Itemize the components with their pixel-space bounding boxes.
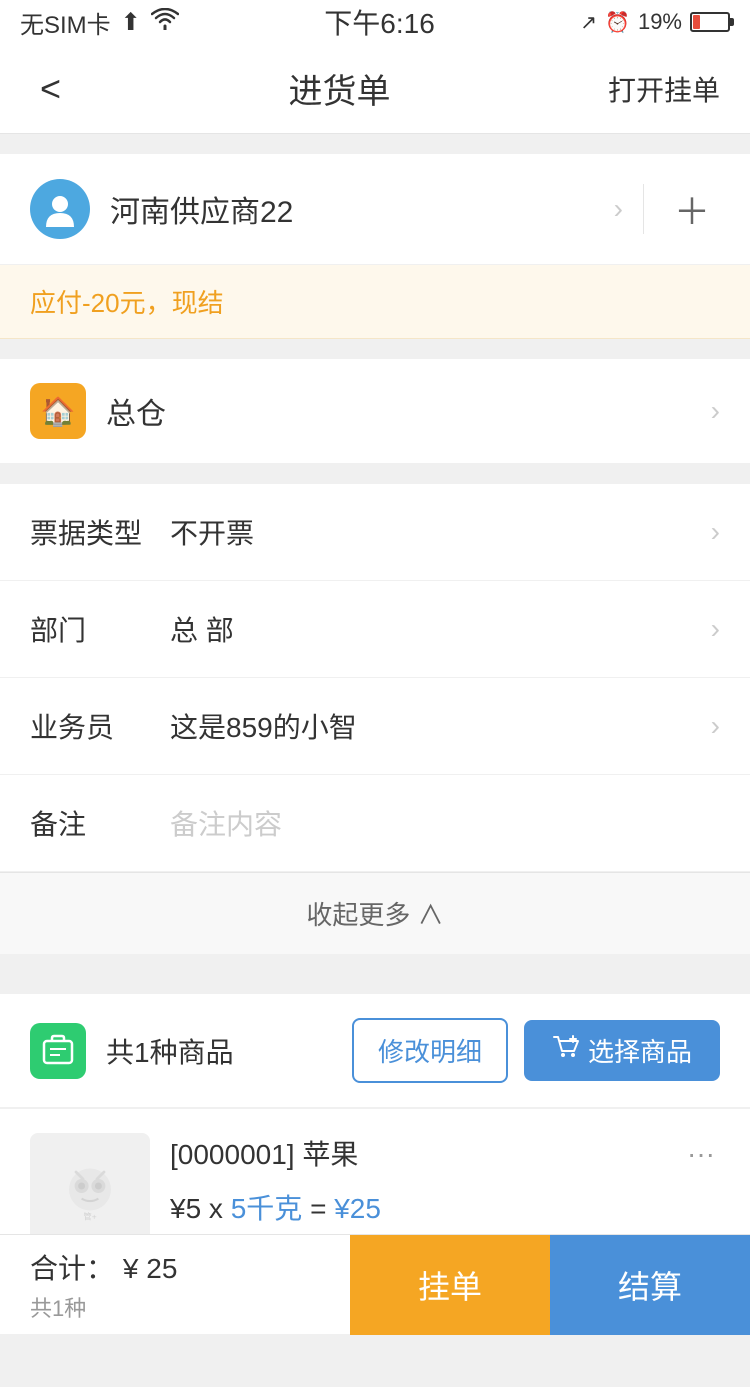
- collapse-button[interactable]: 收起更多 ∧: [0, 872, 750, 954]
- nav-bar: < 进货单 打开挂单: [0, 44, 750, 134]
- warehouse-row[interactable]: 🏠 总仓 ›: [0, 359, 750, 464]
- supplier-row[interactable]: 河南供应商22 › ＋: [0, 154, 750, 265]
- invoice-type-row[interactable]: 票据类型 不开票 ›: [0, 484, 750, 581]
- salesperson-chevron-icon: ›: [711, 710, 720, 742]
- invoice-type-label: 票据类型: [30, 512, 150, 552]
- open-pending-button[interactable]: 打开挂单: [608, 69, 720, 109]
- status-time: 下午6:16: [324, 2, 435, 42]
- product-quantity: 5千克: [231, 1193, 303, 1224]
- location-icon: ↗: [580, 10, 597, 35]
- supplier-avatar: [30, 179, 90, 239]
- supplier-chevron-icon: ›: [614, 193, 623, 225]
- status-carrier: 无SIM卡 ⬆: [20, 5, 179, 40]
- carrier-text: 无SIM卡: [20, 5, 111, 40]
- salesperson-label: 业务员: [30, 706, 150, 746]
- svg-text:管+: 管+: [83, 1212, 96, 1222]
- order-summary: 合计： ¥ 25 共1种: [0, 1247, 350, 1323]
- department-chevron-icon: ›: [711, 613, 720, 645]
- alarm-icon: ⏰: [605, 10, 630, 35]
- product-price: ¥5 x: [170, 1193, 231, 1224]
- items-count: 共1种: [30, 1291, 320, 1323]
- invoice-type-value: 不开票: [170, 512, 711, 552]
- total-value: ¥ 25: [123, 1253, 178, 1284]
- add-supplier-button[interactable]: ＋: [664, 178, 720, 240]
- hang-button[interactable]: 挂单: [350, 1235, 550, 1335]
- status-bar: 无SIM卡 ⬆ 下午6:16 ↗ ⏰ 19%: [0, 0, 750, 44]
- remark-placeholder[interactable]: 备注内容: [170, 803, 720, 843]
- section-divider-3: [0, 464, 750, 484]
- salesperson-value: 这是859的小智: [170, 706, 711, 746]
- products-count: 共1种商品: [106, 1031, 352, 1071]
- product-equals: =: [310, 1193, 334, 1224]
- products-header: 共1种商品 修改明细 选择商品: [0, 994, 750, 1107]
- supplier-info-banner: 应付-20元，现结: [0, 265, 750, 339]
- products-icon: [30, 1023, 86, 1079]
- vertical-divider: [643, 184, 644, 234]
- edit-detail-button[interactable]: 修改明细: [352, 1018, 508, 1083]
- wifi-signal: [151, 8, 179, 37]
- back-button[interactable]: <: [30, 58, 71, 120]
- remark-row[interactable]: 备注 备注内容: [0, 775, 750, 872]
- section-divider-2: [0, 339, 750, 359]
- product-subtotal: ¥25: [334, 1193, 381, 1224]
- salesperson-row[interactable]: 业务员 这是859的小智 ›: [0, 678, 750, 775]
- battery-percentage: 19%: [638, 9, 682, 35]
- warehouse-name: 总仓: [106, 389, 711, 433]
- product-title: 苹果: [302, 1139, 358, 1170]
- select-product-label: 选择商品: [588, 1032, 692, 1069]
- status-indicators: ↗ ⏰ 19%: [580, 9, 730, 35]
- product-info: [0000001] 苹果 ¥5 x 5千克 = ¥25: [170, 1133, 662, 1227]
- product-name: [0000001] 苹果: [170, 1133, 662, 1173]
- cart-icon: [552, 1035, 580, 1066]
- battery-icon: [690, 12, 730, 32]
- page-title: 进货单: [289, 64, 391, 113]
- warehouse-section: 🏠 总仓 ›: [0, 359, 750, 464]
- invoice-chevron-icon: ›: [711, 516, 720, 548]
- bottom-bar: 合计： ¥ 25 共1种 挂单 结算: [0, 1234, 750, 1334]
- supplier-name: 河南供应商22: [110, 187, 614, 231]
- wifi-icon: ⬆: [121, 8, 141, 37]
- total-label: 合计：: [30, 1253, 114, 1284]
- section-divider-4: [0, 954, 750, 974]
- department-label: 部门: [30, 609, 150, 649]
- warehouse-chevron-icon: ›: [711, 395, 720, 427]
- product-id: [0000001]: [170, 1139, 302, 1170]
- warehouse-icon: 🏠: [30, 383, 86, 439]
- remark-label: 备注: [30, 803, 150, 843]
- supplier-section: 河南供应商22 › ＋ 应付-20元，现结: [0, 154, 750, 339]
- department-value: 总 部: [170, 609, 711, 649]
- total-amount: 合计： ¥ 25: [30, 1247, 320, 1287]
- product-menu-button[interactable]: ···: [682, 1133, 720, 1175]
- section-divider-1: [0, 134, 750, 154]
- checkout-button[interactable]: 结算: [550, 1235, 750, 1335]
- form-section: 票据类型 不开票 › 部门 总 部 › 业务员 这是859的小智 › 备注 备注…: [0, 484, 750, 954]
- product-formula: ¥5 x 5千克 = ¥25: [170, 1187, 662, 1227]
- department-row[interactable]: 部门 总 部 ›: [0, 581, 750, 678]
- select-product-button[interactable]: 选择商品: [524, 1020, 720, 1081]
